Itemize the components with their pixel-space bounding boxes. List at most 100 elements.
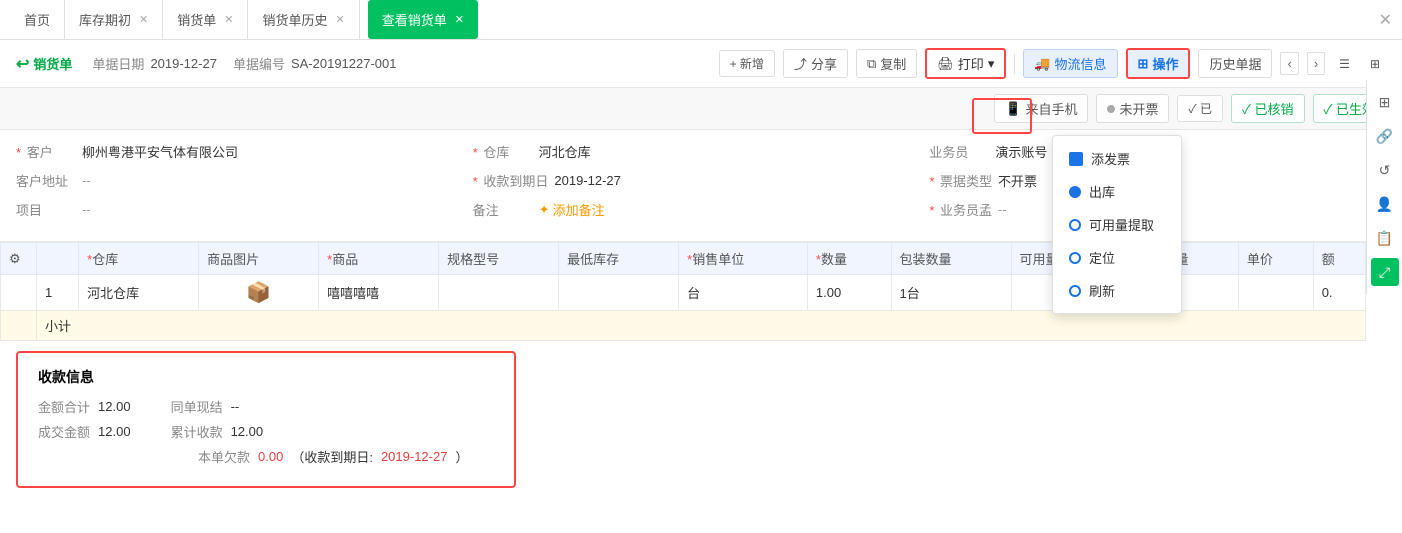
- add-invoice-icon: [1069, 152, 1083, 166]
- operations-icon: ⊞: [1138, 56, 1149, 72]
- row-spec: [439, 275, 559, 311]
- confirm-check[interactable]: ✓ 已: [1177, 95, 1223, 122]
- tab-home[interactable]: 首页: [10, 0, 65, 39]
- not-open-dot: [1107, 105, 1115, 113]
- dropdown-refresh[interactable]: 刷新: [1053, 274, 1181, 307]
- product-image: 📦: [246, 282, 271, 304]
- phone-icon: 📱: [1005, 101, 1021, 117]
- toolbar-divider: [1014, 54, 1015, 74]
- operations-button[interactable]: ⊞ 操作: [1126, 48, 1191, 79]
- row-unit-price: [1238, 275, 1313, 311]
- customer-field: * 客户 柳州粤港平安气体有限公司: [16, 142, 473, 161]
- subtotal-settings: [1, 311, 37, 341]
- row-num: 1: [37, 275, 79, 311]
- tab-close-sales[interactable]: ✕: [224, 13, 233, 26]
- row-product: 嘻嘻嘻嘻: [319, 275, 439, 311]
- summary-area: 收款信息 金额合计 12.00 同单现结 -- 成交金额 12.00 累计收款: [0, 341, 1402, 498]
- share-icon: ⤴: [794, 54, 807, 73]
- tab-close-all[interactable]: ✕: [1379, 10, 1392, 30]
- col-product-header: *商品: [319, 243, 439, 275]
- subtotal-row: 小计: [1, 311, 1366, 341]
- row-unit: 台: [679, 275, 808, 311]
- project-field: 项目 --: [16, 200, 473, 219]
- copy-button[interactable]: ⧉ 复制: [856, 49, 917, 78]
- copy-icon: ⧉: [867, 56, 876, 72]
- settings-icon[interactable]: ⚙: [9, 251, 21, 266]
- note-field: 备注 ✦ 添加备注: [473, 200, 930, 219]
- col-spec-header: 规格型号: [439, 243, 559, 275]
- tab-close-inventory[interactable]: ✕: [139, 13, 148, 26]
- current-field: 本单欠款 0.00 （收款到期日: 2019-12-27 ）: [198, 447, 468, 466]
- from-phone-button[interactable]: 📱 来自手机: [994, 94, 1088, 123]
- sidebar-icon-2[interactable]: 🔗: [1371, 122, 1399, 150]
- logistics-button[interactable]: 🚚 物流信息: [1023, 49, 1117, 78]
- dropdown-outbound[interactable]: 出库: [1053, 175, 1181, 208]
- dropdown-add-invoice[interactable]: 添发票: [1053, 142, 1181, 175]
- doc-number-field: 单据编号 SA-20191227-001: [233, 54, 397, 73]
- doc-meta: 单据日期 2019-12-27 单据编号 SA-20191227-001: [92, 54, 718, 73]
- row-image: 📦: [199, 275, 319, 311]
- history-button[interactable]: 历史单据: [1198, 49, 1272, 78]
- sidebar-icon-expand[interactable]: ⤢: [1371, 258, 1399, 286]
- print-button[interactable]: 🖨 打印 ▾: [925, 48, 1006, 79]
- subtotal-label: 小计: [37, 311, 1366, 341]
- sidebar-icon-5[interactable]: 📋: [1371, 224, 1399, 252]
- col-num-header: [37, 243, 79, 275]
- doc-header: ↩ 销货单 单据日期 2019-12-27 单据编号 SA-20191227-0…: [0, 40, 1402, 88]
- tab-sales-history[interactable]: 销货单历史 ✕: [248, 0, 359, 39]
- share-button[interactable]: ⤴ 分享: [783, 49, 848, 78]
- table-container: ⚙ *仓库 商品图片 *商品 规格型号 最低库存 *销售单位 *数量 包装数量 …: [0, 241, 1402, 341]
- tab-close-sales-history[interactable]: ✕: [336, 13, 345, 26]
- operations-dropdown: 添发票 出库 可用量提取 定位 刷新: [1052, 135, 1182, 314]
- warehouse-field: * 仓库 河北仓库: [473, 142, 930, 161]
- refresh-icon: [1069, 285, 1081, 297]
- tab-inventory[interactable]: 库存期初 ✕: [65, 0, 163, 39]
- address-field: 客户地址 --: [16, 171, 473, 190]
- print-icon: 🖨: [937, 56, 954, 72]
- col-settings-header: ⚙: [1, 243, 37, 275]
- col-unit-header: *销售单位: [679, 243, 808, 275]
- sidebar-icon-1[interactable]: ⊞: [1371, 88, 1399, 116]
- tab-bar: 首页 库存期初 ✕ 销货单 ✕ 销货单历史 ✕ 查看销货单 ✕ ✕: [0, 0, 1402, 40]
- total-amount-field: 金额合计 12.00: [38, 397, 131, 416]
- sidebar-icon-3[interactable]: ↺: [1371, 156, 1399, 184]
- row-warehouse: 河北仓库: [79, 275, 199, 311]
- logistics-icon: 🚚: [1034, 56, 1050, 72]
- doc-type: ↩ 销货单: [16, 54, 72, 74]
- col-min-stock-header: 最低库存: [559, 243, 679, 275]
- view-toggle-grid[interactable]: ⊞: [1364, 55, 1386, 73]
- print-dropdown-icon: ▾: [988, 56, 995, 72]
- transaction-field: 成交金额 12.00: [38, 422, 131, 441]
- view-toggle-list[interactable]: ☰: [1333, 55, 1356, 73]
- payment-date-field: * 收款到期日 2019-12-27: [473, 171, 930, 190]
- next-page-button[interactable]: ›: [1307, 52, 1325, 75]
- dropdown-locate[interactable]: 定位: [1053, 241, 1181, 274]
- locate-icon: [1069, 252, 1081, 264]
- not-open-button[interactable]: 未开票: [1096, 94, 1169, 123]
- same-order-field: 同单现结 --: [171, 397, 240, 416]
- summary-row-3: 本单欠款 0.00 （收款到期日: 2019-12-27 ）: [38, 447, 494, 466]
- tab-sales[interactable]: 销货单 ✕: [163, 0, 248, 39]
- tab-close-view-sales[interactable]: ✕: [455, 13, 464, 26]
- prev-page-button[interactable]: ‹: [1280, 52, 1298, 75]
- col-warehouse-header: *仓库: [79, 243, 199, 275]
- col-amount-header: 额: [1313, 243, 1365, 275]
- add-note-button[interactable]: ✦ 添加备注: [539, 200, 605, 219]
- row-pack-qty: 1台: [891, 275, 1011, 311]
- col-pack-header: 包装数量: [891, 243, 1011, 275]
- row-amount: 0.: [1313, 275, 1365, 311]
- summary-row-2: 成交金额 12.00 累计收款 12.00: [38, 422, 494, 441]
- main-content: ↩ 销货单 单据日期 2019-12-27 单据编号 SA-20191227-0…: [0, 40, 1402, 533]
- dropdown-available-qty[interactable]: 可用量提取: [1053, 208, 1181, 241]
- new-button[interactable]: + 新增: [719, 50, 775, 77]
- right-sidebar: ⊞ 🔗 ↺ 👤 📋 ⤢: [1366, 80, 1402, 294]
- sidebar-icon-4[interactable]: 👤: [1371, 190, 1399, 218]
- tab-view-sales[interactable]: 查看销货单 ✕: [368, 0, 478, 39]
- done-cancel-button[interactable]: ✓ 已核销: [1231, 94, 1305, 123]
- summary-title: 收款信息: [38, 367, 494, 387]
- plus-icon: ✦: [539, 202, 550, 218]
- summary-row-1: 金额合计 12.00 同单现结 --: [38, 397, 494, 416]
- col-quantity-header: *数量: [807, 243, 891, 275]
- col-unit-price-header: 单价: [1238, 243, 1313, 275]
- available-icon: [1069, 219, 1081, 231]
